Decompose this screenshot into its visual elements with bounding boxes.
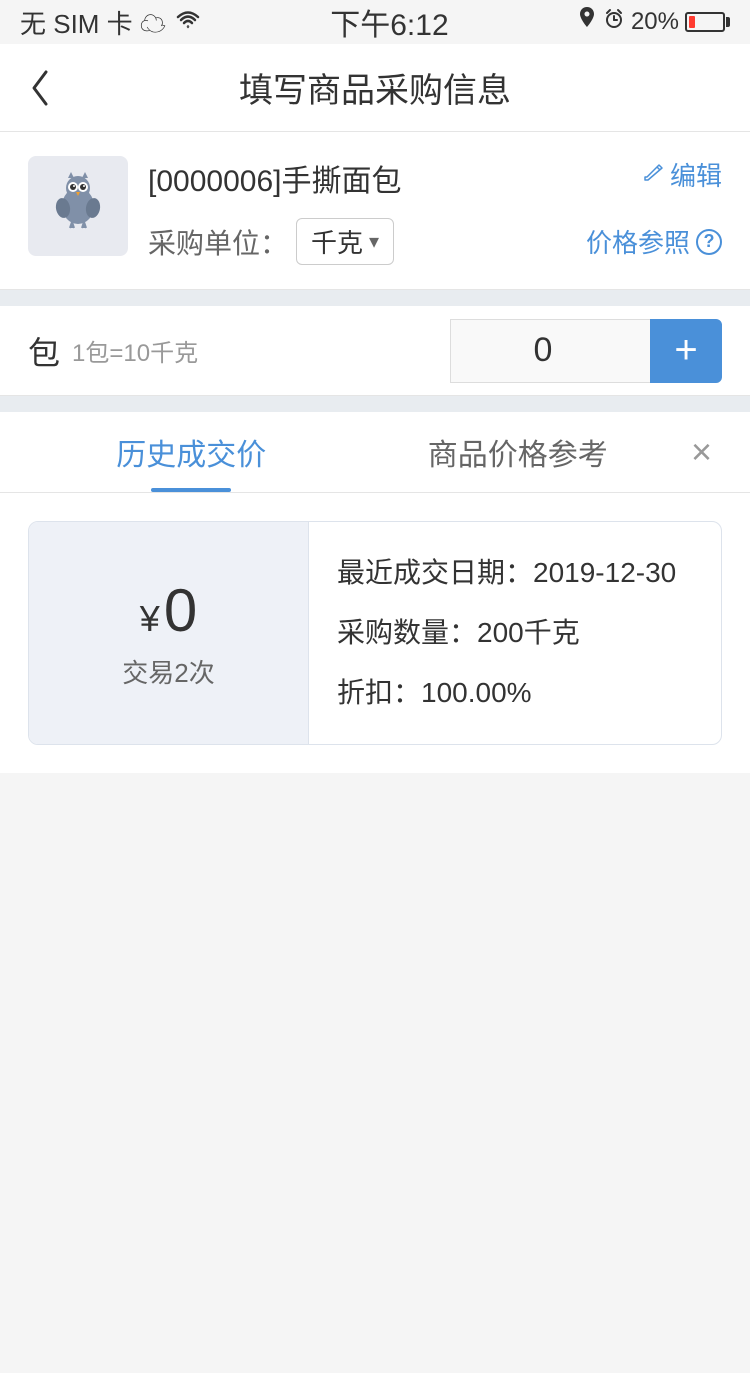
product-header: [0000006]手撕面包 编辑: [148, 156, 722, 200]
product-thumbnail: [28, 156, 128, 256]
purchase-qty-label: 采购数量：: [337, 617, 477, 648]
price-right-panel: 最近成交日期：2019-12-30 采购数量：200千克 折扣：100.00%: [309, 522, 721, 744]
recent-date-label: 最近成交日期：: [337, 557, 533, 588]
quantity-input[interactable]: [450, 319, 650, 383]
info-icon: ?: [696, 229, 722, 255]
tab-history-label: 历史成交价: [116, 430, 266, 474]
price-left-panel: ¥0 交易2次: [29, 522, 309, 744]
quantity-input-group: +: [450, 319, 722, 383]
location-icon: [577, 7, 597, 38]
edit-icon: [644, 159, 666, 190]
quantity-unit-note: 1包=10千克: [72, 333, 450, 368]
status-left: 无 SIM 卡 ☁: [20, 4, 202, 41]
quantity-plus-button[interactable]: +: [650, 319, 722, 383]
battery-percent: 20%: [631, 8, 679, 36]
tab-content: ¥0 交易2次 最近成交日期：2019-12-30 采购数量：200千克 折扣：…: [0, 493, 750, 773]
tab-history-price[interactable]: 历史成交价: [28, 412, 354, 492]
chevron-down-icon: ▾: [369, 229, 379, 254]
tabs-header: 历史成交价 商品价格参考 ×: [0, 412, 750, 493]
tab-close-button[interactable]: ×: [681, 431, 722, 473]
unit-dropdown[interactable]: 千克 ▾: [296, 218, 394, 265]
status-right: 20%: [577, 7, 730, 38]
unit-value: 千克: [311, 223, 363, 260]
wifi-icon: [174, 7, 202, 38]
no-sim-text: 无 SIM 卡 ☁: [20, 4, 166, 41]
product-unit-row: 采购单位： 千克 ▾ 价格参照 ?: [148, 218, 722, 265]
price-card: ¥0 交易2次 最近成交日期：2019-12-30 采购数量：200千克 折扣：…: [28, 521, 722, 745]
quantity-unit: 包: [28, 328, 60, 374]
discount-value: 100.00%: [421, 677, 532, 708]
tabs-divider: [0, 396, 750, 412]
nav-bar: 填写商品采购信息: [0, 44, 750, 132]
back-button[interactable]: [28, 68, 52, 108]
edit-label: 编辑: [670, 156, 722, 193]
price-value: 0: [164, 577, 197, 644]
price-reference-button[interactable]: 价格参照 ?: [586, 223, 722, 260]
purchase-qty-value: 200千克: [477, 617, 580, 648]
product-info: [0000006]手撕面包 编辑 采购单位： 千克 ▾: [148, 156, 722, 265]
unit-selector-group: 采购单位： 千克 ▾: [148, 218, 394, 265]
battery-icon: [685, 12, 730, 32]
main-content: [0, 773, 750, 1373]
owl-logo-icon: [48, 170, 108, 242]
status-bar: 无 SIM 卡 ☁ 下午6:12 20%: [0, 0, 750, 44]
currency-symbol: ¥: [140, 598, 160, 639]
recent-date-row: 最近成交日期：2019-12-30: [337, 552, 693, 594]
price-amount: ¥0: [140, 576, 197, 645]
tab-product-label: 商品价格参考: [428, 430, 608, 474]
alarm-icon: [603, 8, 625, 37]
discount-label: 折扣：: [337, 677, 421, 708]
unit-label: 采购单位：: [148, 222, 288, 262]
edit-button[interactable]: 编辑: [644, 156, 722, 193]
page-title: 填写商品采购信息: [239, 63, 511, 112]
product-section: [0000006]手撕面包 编辑 采购单位： 千克 ▾: [0, 132, 750, 290]
product-name: [0000006]手撕面包: [148, 156, 401, 200]
purchase-qty-row: 采购数量：200千克: [337, 612, 693, 654]
price-transactions: 交易2次: [122, 653, 214, 690]
discount-row: 折扣：100.00%: [337, 672, 693, 714]
section-divider: [0, 290, 750, 306]
tabs-panel: 历史成交价 商品价格参考 × ¥0 交易2次 最近成交日期：2019-12-30…: [0, 412, 750, 773]
price-ref-label: 价格参照: [586, 223, 690, 260]
quantity-row: 包 1包=10千克 +: [0, 306, 750, 396]
status-time: 下午6:12: [330, 0, 448, 44]
tab-product-price-ref[interactable]: 商品价格参考: [354, 412, 680, 492]
recent-date-value: 2019-12-30: [533, 557, 676, 588]
